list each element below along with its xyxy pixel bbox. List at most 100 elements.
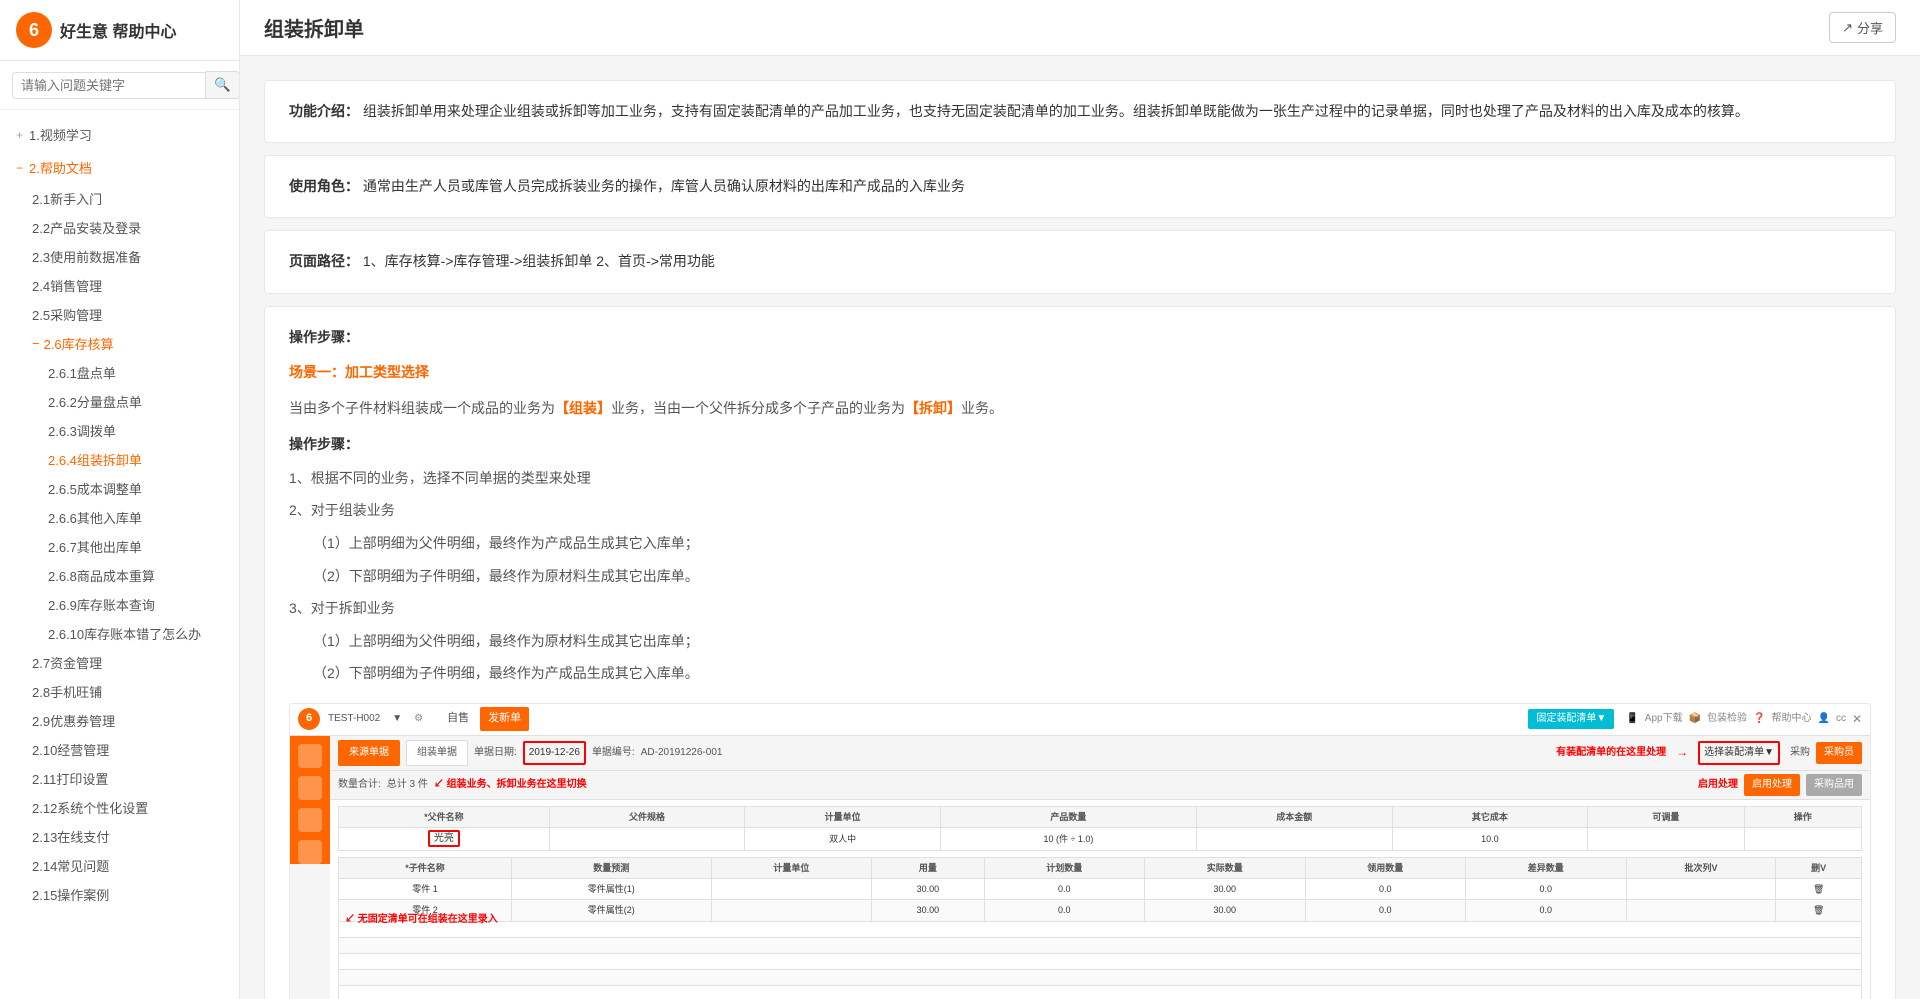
sidebar-sub-2-6-2[interactable]: 2.6.2分量盘点单 [0,387,239,416]
sidebar-sub-2-10[interactable]: 2.10经营管理 [0,735,239,764]
step-3-2: （2）下部明细为子件明细，最终作为产成品生成其它入库单。 [289,660,1871,687]
sidebar-sub-2-12[interactable]: 2.12系统个性化设置 [0,793,239,822]
logo-icon: 6 [16,12,52,48]
sidebar-icon-4 [298,840,322,864]
app-select-list-btn[interactable]: 选择装配清单▼ [1698,741,1780,765]
sidebar-sub-2-14[interactable]: 2.14常见问题 [0,851,239,880]
sidebar-sub-2-6-4[interactable]: 2.6.4组装拆卸单 [0,445,239,474]
app-caigouyong-btn[interactable]: 采购品用 [1806,774,1862,796]
parent-name-input[interactable]: 光亮 [428,830,460,847]
sidebar-item-1[interactable]: + 1.视频学习 [0,118,239,151]
step-2-1: （1）上部明细为父件明细，最终作为产成品生成其它入库单； [289,530,1871,557]
th-parent-spec: 父件规格 [549,806,745,827]
sidebar-sub-2-13[interactable]: 2.13在线支付 [0,822,239,851]
child-used-1: 0.0 [1305,879,1466,900]
search-input[interactable] [12,72,206,99]
page-title: 组装拆卸单 [264,13,364,42]
sidebar-sub-2-5[interactable]: 2.5采购管理 [0,300,239,329]
path-label: 页面路径： [289,253,359,269]
th-parent-actions: 操作 [1744,806,1861,827]
app-topbar-right: 📱 App下载 📦 包装检验 ❓ 帮助中心 👤 cc ✕ [1626,709,1862,731]
th-child-used: 领用数量 [1305,858,1466,879]
app-fixed-list-btn[interactable]: 固定装配清单▼ [1528,709,1614,729]
app-caigou-btn[interactable]: 采购员 [1816,742,1862,764]
child-actual-1: 30.00 [1145,879,1306,900]
sidebar-sub-2-6-3[interactable]: 2.6.3调拨单 [0,416,239,445]
scenario1-desc: 当由多个子件材料组装成一个成品的业务为【组装】业务，当由一个父件拆分成多个子产品… [289,395,1871,422]
share-button[interactable]: ↗ 分享 [1829,12,1896,43]
parent-qty-1: 10 (件 ÷ 1.0) [940,828,1196,851]
app-close-icon[interactable]: ✕ [1852,709,1862,731]
sidebar-sub-2-6-1[interactable]: 2.6.1盘点单 [0,358,239,387]
sidebar-sub-2-2[interactable]: 2.2产品安装及登录 [0,213,239,242]
parent-cost-1 [1197,828,1393,851]
app-date-label: 单据日期: [474,744,517,762]
logo-text: 好生意 帮助中心 [60,18,176,42]
role-text: 通常由生产人员或库管人员完成拆装业务的操作，库管人员确认原材料的出库和产成品的入… [363,178,965,194]
app-tab-zujietype[interactable]: 组装单据 [406,740,468,766]
parent-othercost-1: 10.0 [1392,828,1588,851]
app-sidebar-sm [290,736,330,864]
step-2: 2、对于组装业务 [289,497,1871,524]
app-tab-zishou[interactable]: 自售 [439,707,477,731]
sidebar-sub-2-7[interactable]: 2.7资金管理 [0,648,239,677]
sidebar-sub-2-4[interactable]: 2.4销售管理 [0,271,239,300]
app-num-label: 单据编号: [592,744,635,762]
sidebar-icon-1 [298,744,322,768]
steps-label: 操作步骤： [289,432,1871,457]
child-batch-2 [1626,900,1776,921]
sidebar-sub-2-9[interactable]: 2.9优惠券管理 [0,706,239,735]
app-icon-2: 📦 [1689,710,1701,728]
th-parent-unit: 计量单位 [745,806,941,827]
child-del-1[interactable]: 🗑 [1776,879,1862,900]
app-qty-value: 总计 3 件 [387,776,428,794]
th-child-name: *子件名称 [339,858,512,879]
child-diff-1: 0.0 [1466,879,1627,900]
sidebar-sub-2-6-10[interactable]: 2.6.10库存账本错了怎么办 [0,619,239,648]
child-row-5 [339,953,1862,969]
sidebar-sub-2-1[interactable]: 2.1新手入门 [0,184,239,213]
sidebar-sub-2-6-9[interactable]: 2.6.9库存账本查询 [0,590,239,619]
sidebar-sub-2-6-8[interactable]: 2.6.8商品成本重算 [0,561,239,590]
app-num-value: AD-20191226-001 [641,744,723,762]
sidebar-sub-2-6-5[interactable]: 2.6.5成本调整单 [0,474,239,503]
child-batch-1 [1626,879,1776,900]
th-child-del: 删V [1776,858,1862,879]
sidebar-sub-2-8[interactable]: 2.8手机旺铺 [0,677,239,706]
child-del-2[interactable]: 🗑 [1776,900,1862,921]
scenario1-title: 场景一：加工类型选择 [289,364,429,380]
sidebar-sub-2-11[interactable]: 2.11打印设置 [0,764,239,793]
app-enable-btn[interactable]: 启用处理 [1744,774,1800,796]
app-tab-faxindan[interactable]: 发新单 [480,707,529,731]
child-plan-2: 0.0 [984,900,1145,921]
app-main-area: 来源单据 组装单据 单据日期: 2019-12-26 单据编号: AD-2019… [330,736,1870,999]
path-card: 页面路径： 1、库存核算->库存管理->组装拆卸单 2、首页->常用功能 [264,230,1896,293]
steps-title: 操作步骤： [289,325,1871,350]
sidebar-sub-2-3[interactable]: 2.3使用前数据准备 [0,242,239,271]
sidebar-icon-2 [298,776,322,800]
sidebar-sub-2-6-7[interactable]: 2.6.7其他出库单 [0,532,239,561]
app-icon-3: ❓ [1753,710,1765,728]
annotation-type-switch: ↙ 组装业务、拆卸业务在这里切换 [434,776,587,794]
child-unit-1 [711,879,872,900]
step-2-2: （2）下部明细为子件明细，最终作为原材料生成其它出库单。 [289,563,1871,590]
app-user-label: cc [1836,710,1846,728]
app-content: 来源单据 组装单据 单据日期: 2019-12-26 单据编号: AD-2019… [290,736,1870,999]
app-screenshot: 6 TEST-H002 ▼ ⚙ 自售 发新单 固定装配清单▼ [290,704,1870,999]
child-used-2: 0.0 [1305,900,1466,921]
sidebar-sub-2-6[interactable]: − 2.6库存核算 [0,329,239,358]
app-tab-zujiedan[interactable]: 来源单据 [338,740,400,766]
search-button[interactable]: 🔍 [206,71,240,99]
child-usage-2: 30.00 [872,900,984,921]
app-pkg-label: 包装检验 [1707,710,1747,728]
sidebar-sub-2-6-6[interactable]: 2.6.6其他入库单 [0,503,239,532]
steps-card: 操作步骤： 场景一：加工类型选择 当由多个子件材料组装成一个成品的业务为【组装】… [264,306,1896,999]
app-tabs: 自售 发新单 [439,707,529,731]
sidebar-sub-2-15[interactable]: 2.15操作案例 [0,880,239,909]
parent-unit-1: 双人中 [745,828,941,851]
sidebar-item-2[interactable]: − 2.帮助文档 [0,151,239,184]
nav-list: + 1.视频学习 − 2.帮助文档 2.1新手入门 2.2产品安装及登录 2.3… [0,110,239,999]
step-3-1: （1）上部明细为父件明细，最终作为原材料生成其它出库单； [289,628,1871,655]
step-3: 3、对于拆卸业务 [289,595,1871,622]
app-icon-1: 📱 [1626,710,1638,728]
